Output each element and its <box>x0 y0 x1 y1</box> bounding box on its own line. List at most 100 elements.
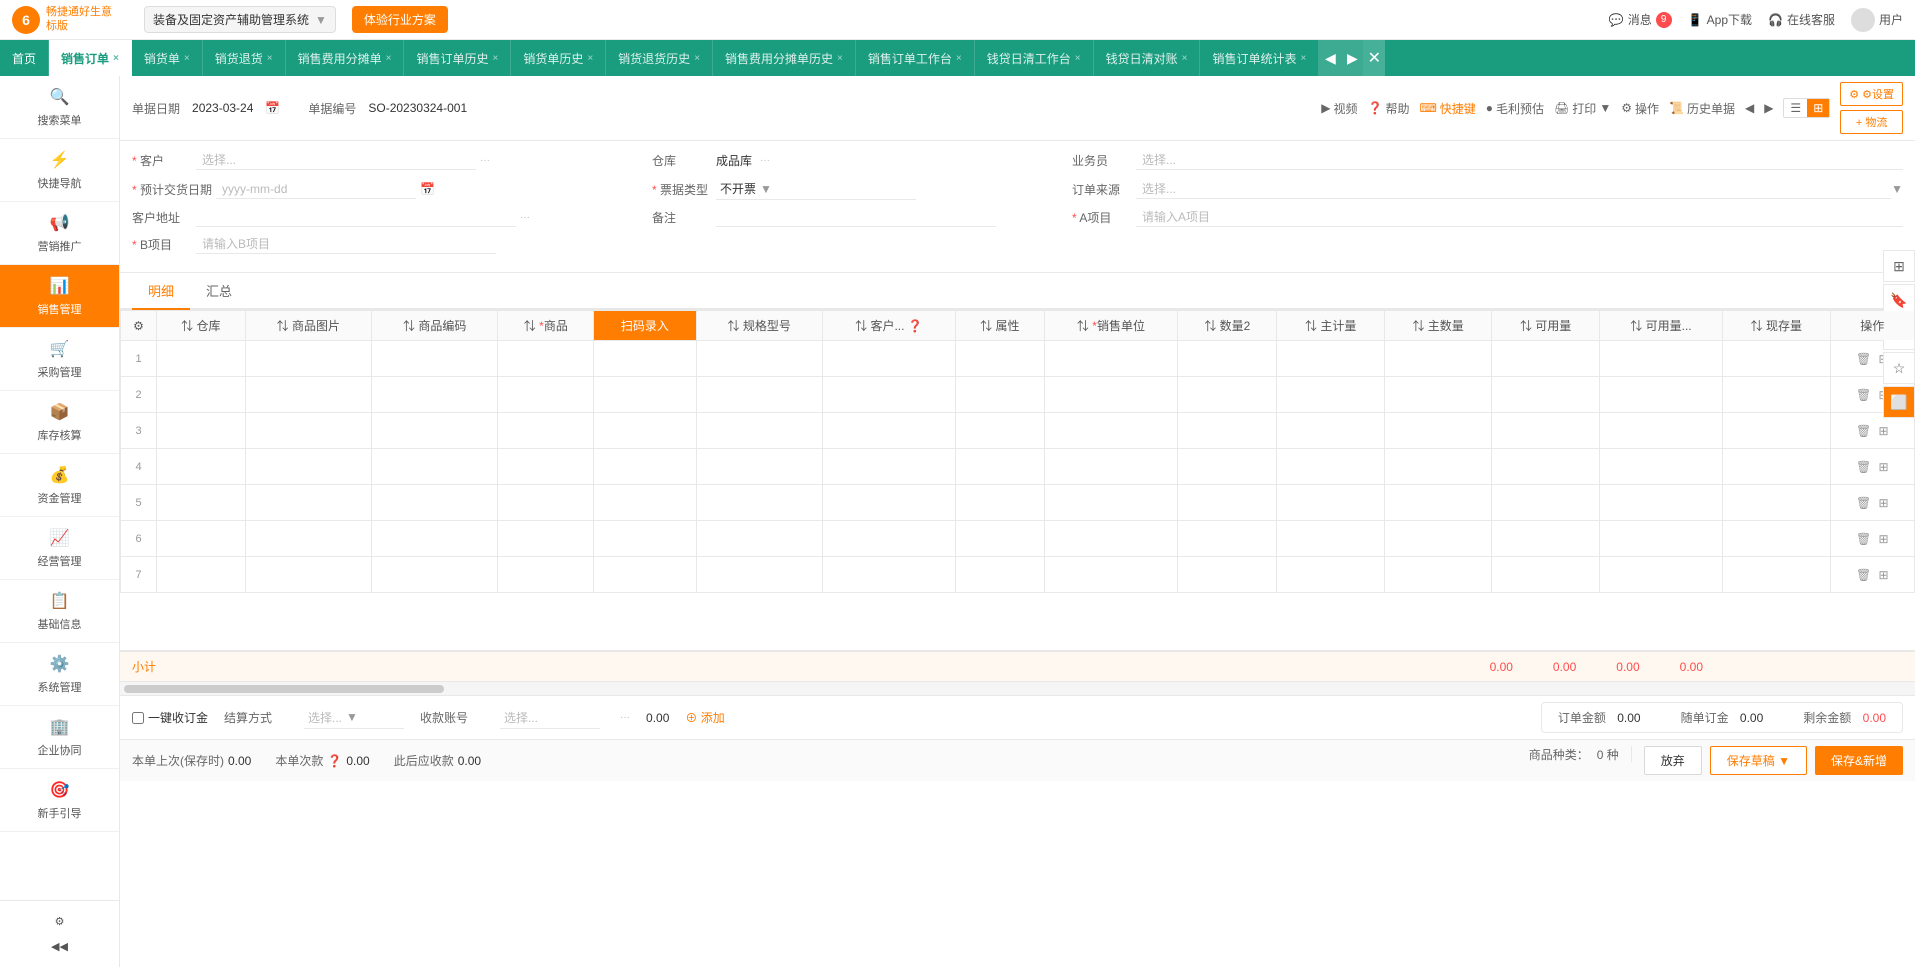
delete-row-icon[interactable]: 🗑 <box>1856 460 1871 474</box>
row-1-main-qty[interactable] <box>1384 341 1491 377</box>
view-action[interactable]: ▶ 视频 <box>1321 100 1357 117</box>
tab-expense-history[interactable]: 销售费用分摊单历史 × <box>713 40 856 76</box>
save-new-btn[interactable]: 保存&新增 <box>1815 746 1903 775</box>
tab-close-icon[interactable]: × <box>267 53 273 64</box>
sidebar-item-marketing[interactable]: 📢 营销推广 <box>0 202 119 265</box>
delete-row-icon[interactable]: 🗑 <box>1856 496 1871 510</box>
profit-action[interactable]: ● 毛利预估 <box>1486 100 1544 117</box>
list-view-btn[interactable]: ☰ <box>1784 99 1807 117</box>
tab-close-icon[interactable]: × <box>492 53 498 64</box>
row-1-sales-unit[interactable] <box>1044 341 1178 377</box>
add-material-btn[interactable]: + 物流 <box>1840 110 1903 134</box>
copy-row-icon[interactable]: ⊞ <box>1879 460 1889 474</box>
customer-more-icon[interactable]: ··· <box>480 155 490 166</box>
sidebar-item-purchase[interactable]: 🛒 采购管理 <box>0 328 119 391</box>
add-link[interactable]: ⊕ 添加 <box>685 709 724 726</box>
system-selector[interactable]: 装备及固定资产辅助管理系统 ▼ <box>144 6 336 33</box>
row-1-code[interactable] <box>371 341 497 377</box>
sidebar-item-basic[interactable]: 📋 基础信息 <box>0 580 119 643</box>
order-source-input[interactable] <box>1136 180 1891 199</box>
operations-action[interactable]: ⚙ 操作 <box>1621 100 1659 117</box>
tab-order-history[interactable]: 销售订单历史 × <box>404 40 511 76</box>
float-btn-1[interactable]: ⊞ <box>1883 250 1915 282</box>
discard-btn[interactable]: 放弃 <box>1644 746 1702 775</box>
one-click-order-checkbox[interactable]: 一键收订金 <box>132 709 208 726</box>
delete-row-icon[interactable]: 🗑 <box>1856 532 1871 546</box>
payment-method-select[interactable]: 选择... ▼ <box>304 707 404 729</box>
prev-record-icon[interactable]: ◀ <box>1745 101 1754 115</box>
online-service-item[interactable]: 🎧 在线客服 <box>1768 11 1835 28</box>
tab-prev-btn[interactable]: ◀ <box>1319 40 1341 76</box>
tab-order-workbench[interactable]: 销售订单工作台 × <box>856 40 975 76</box>
sidebar-item-guide[interactable]: 🎯 新手引导 <box>0 769 119 832</box>
address-more-icon[interactable]: ··· <box>520 212 530 223</box>
row-1-warehouse[interactable] <box>157 341 246 377</box>
tab-close-all-btn[interactable]: ✕ <box>1363 40 1385 76</box>
tab-cash-reconcile[interactable]: 钱贷日清对账 × <box>1094 40 1201 76</box>
tab-close-icon[interactable]: × <box>1075 53 1081 64</box>
save-draft-btn[interactable]: 保存草稿 ▼ <box>1710 746 1807 775</box>
row-1-main-unit[interactable] <box>1277 341 1384 377</box>
tab-close-icon[interactable]: × <box>694 53 700 64</box>
calendar2-icon[interactable]: 📅 <box>420 182 435 196</box>
tab-return-goods[interactable]: 销货退货 × <box>203 40 286 76</box>
sidebar-settings-btn[interactable]: ⚙ <box>0 909 119 934</box>
account-more-icon[interactable]: ··· <box>620 712 630 723</box>
delete-row-icon[interactable]: 🗑 <box>1856 352 1871 366</box>
row-1-attribute[interactable] <box>955 341 1044 377</box>
project-a-input[interactable] <box>1136 208 1903 227</box>
delivery-date-input[interactable] <box>216 180 416 199</box>
col-settings-header[interactable]: ⚙ <box>121 311 157 341</box>
delete-row-icon[interactable]: 🗑 <box>1856 424 1871 438</box>
customer-input[interactable] <box>196 151 476 170</box>
row-1-qty2[interactable] <box>1178 341 1277 377</box>
sidebar-item-operations[interactable]: 📈 经营管理 <box>0 517 119 580</box>
copy-row-icon[interactable]: ⊞ <box>1879 568 1889 582</box>
grid-view-btn[interactable]: ⊞ <box>1807 99 1829 117</box>
copy-row-icon[interactable]: ⊞ <box>1879 532 1889 546</box>
sidebar-collapse-btn[interactable]: ◀◀ <box>0 934 119 959</box>
shortcut-action[interactable]: ⌨ 快捷键 <box>1419 100 1475 117</box>
delete-row-icon[interactable]: 🗑 <box>1856 388 1871 402</box>
warehouse-more-icon[interactable]: ··· <box>760 155 770 166</box>
sidebar-item-search[interactable]: 🔍 搜索菜单 <box>0 76 119 139</box>
delete-row-icon[interactable]: 🗑 <box>1856 568 1871 582</box>
float-btn-4[interactable]: ☆ <box>1883 352 1915 384</box>
help-action[interactable]: ❓ 帮助 <box>1367 100 1409 117</box>
tab-close-icon[interactable]: × <box>837 53 843 64</box>
tab-close-icon[interactable]: × <box>184 53 190 64</box>
tab-sales-return[interactable]: 销货单 × <box>132 40 203 76</box>
row-1-product[interactable] <box>498 341 594 377</box>
industry-btn[interactable]: 体验行业方案 <box>352 6 448 33</box>
sidebar-item-capital[interactable]: 💰 资金管理 <box>0 454 119 517</box>
next-record-icon[interactable]: ▶ <box>1764 101 1773 115</box>
tab-close-icon[interactable]: × <box>1182 53 1188 64</box>
print-action[interactable]: 🖨 打印 ▼ <box>1554 100 1611 117</box>
user-item[interactable]: 用户 <box>1851 8 1903 32</box>
sidebar-item-system[interactable]: ⚙️ 系统管理 <box>0 643 119 706</box>
remarks-input[interactable] <box>716 208 996 227</box>
tab-close-icon[interactable]: × <box>113 53 119 64</box>
messages-item[interactable]: 💬 消息 9 <box>1609 11 1672 28</box>
tab-close-icon[interactable]: × <box>956 53 962 64</box>
row-1-scan[interactable] <box>594 341 696 377</box>
tab-sales-order[interactable]: 销售订单 × <box>49 40 132 76</box>
copy-row-icon[interactable]: ⊞ <box>1879 496 1889 510</box>
one-click-checkbox[interactable] <box>132 712 144 724</box>
account-select[interactable]: 选择... <box>500 707 600 729</box>
tab-summary[interactable]: 汇总 <box>190 273 248 310</box>
settings-btn[interactable]: ⚙ ⚙设置 <box>1840 82 1903 106</box>
invoice-type-select[interactable]: 不开票 ▼ <box>716 178 916 200</box>
row-1-spec[interactable] <box>696 341 822 377</box>
tab-return-history[interactable]: 销货单历史 × <box>511 40 606 76</box>
sidebar-item-sales[interactable]: 📊 销售管理 <box>0 265 119 328</box>
float-btn-5[interactable]: ⬜ <box>1883 386 1915 418</box>
sidebar-item-inventory[interactable]: 📦 库存核算 <box>0 391 119 454</box>
tab-home[interactable]: 首页 <box>0 40 49 76</box>
sidebar-item-enterprise[interactable]: 🏢 企业协同 <box>0 706 119 769</box>
history-action[interactable]: 📜 历史单据 <box>1669 100 1735 117</box>
tab-order-summary[interactable]: 销售订单统计表 × <box>1200 40 1319 76</box>
tab-cash-clear[interactable]: 钱贷日清工作台 × <box>975 40 1094 76</box>
tab-detail[interactable]: 明细 <box>132 273 190 310</box>
staff-input[interactable] <box>1136 151 1903 170</box>
